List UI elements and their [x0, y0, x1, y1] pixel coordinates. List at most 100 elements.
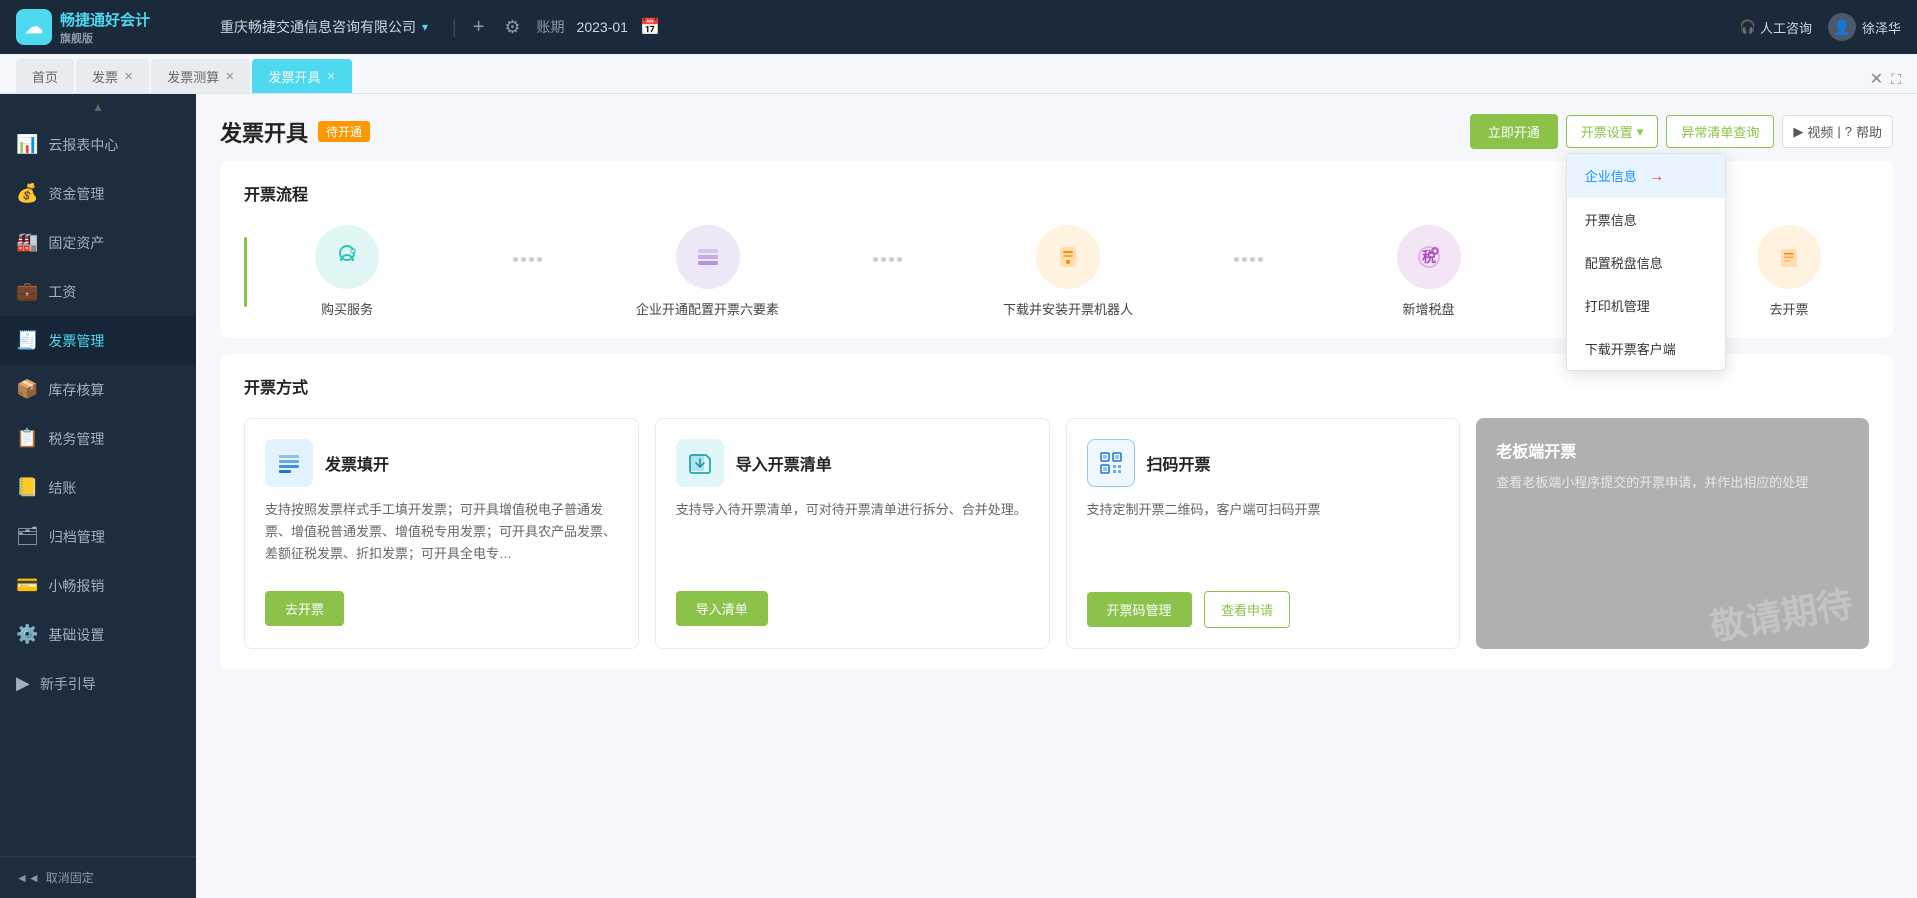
sidebar-item-xinshouyin[interactable]: ▶ 新手引导 — [0, 659, 196, 708]
window-maximize-button[interactable]: ⛶ — [1891, 71, 1901, 88]
sidebar-item-guding-label: 固定资产 — [48, 233, 104, 253]
user-menu[interactable]: 👤 徐泽华 — [1828, 13, 1901, 41]
sidebar-item-gongzi[interactable]: 💼 工资 — [0, 267, 196, 316]
dropdown-item-printer[interactable]: 打印机管理 — [1567, 284, 1725, 327]
sidebar-item-kucun-label: 库存核算 — [48, 380, 104, 400]
tab-bar: 首页 发票 ✕ 发票测算 ✕ 发票开具 ✕ ✕ ⛶ — [0, 54, 1917, 94]
dropdown-item-invoice-info[interactable]: 开票信息 — [1567, 198, 1725, 241]
sidebar-item-shuiwu-label: 税务管理 — [48, 429, 104, 449]
tax-disk-label: 配置税盘信息 — [1585, 256, 1663, 271]
video-button[interactable]: ▶ 视频 | ? 帮助 — [1782, 115, 1893, 148]
methods-section-title: 开票方式 — [244, 374, 1869, 398]
flow-step-4: 税 新增税盘 — [1349, 225, 1509, 318]
tab-invoice-calc-label: 发票测算 — [167, 67, 219, 86]
tab-invoice-label: 发票 — [92, 67, 118, 86]
flow-connector-1 — [427, 257, 628, 262]
page-header: 发票开具 待开通 立即开通 开票设置 ▾ 企业信息 → — [196, 94, 1917, 161]
tab-invoice-calc-close[interactable]: ✕ — [225, 70, 234, 83]
sidebar-item-guidang-label: 归档管理 — [49, 527, 105, 547]
flow-step-1: 购买服务 — [267, 225, 427, 318]
header-add-button[interactable]: + — [469, 12, 489, 43]
cancel-pin-icon: ◄◄ — [16, 871, 40, 885]
period-label: 账期 — [537, 17, 565, 37]
tab-invoice-close[interactable]: ✕ — [124, 70, 133, 83]
methods-block: 开票方式 — [220, 354, 1893, 669]
sidebar-item-jiezhang-label: 结账 — [48, 478, 76, 498]
tab-invoice-calc[interactable]: 发票测算 ✕ — [151, 59, 250, 93]
method-import-desc: 支持导入待开票清单，可对待开票清单进行拆分、合并处理。 — [676, 499, 1029, 579]
dropdown-item-tax-disk[interactable]: 配置税盘信息 — [1567, 241, 1725, 284]
alert-list-button[interactable]: 异常清单查询 — [1666, 115, 1774, 148]
flow-step-5: 去开票 — [1709, 225, 1869, 318]
method-import-header: 导入开票清单 — [676, 439, 1029, 487]
sidebar-item-baoxiao-label: 小畅报销 — [48, 576, 104, 596]
boss-watermark: 敬请期待 — [1706, 575, 1857, 649]
flow-left-border — [244, 237, 247, 307]
method-boss-title: 老板端开票 — [1496, 438, 1849, 462]
kucun-icon: 📦 — [16, 379, 38, 400]
tab-invoice-issue-close[interactable]: ✕ — [327, 70, 336, 83]
sidebar-item-gongzi-label: 工资 — [48, 282, 76, 302]
invoice-info-label: 开票信息 — [1585, 213, 1637, 228]
main-layout: ▲ 📊 云报表中心 💰 资金管理 🏭 固定资产 💼 工资 🧾 发票管理 📦 库存… — [0, 94, 1917, 898]
cancel-pin-button[interactable]: ◄◄ 取消固定 — [0, 856, 196, 898]
tab-invoice-issue[interactable]: 发票开具 ✕ — [252, 59, 351, 93]
sidebar-item-kucun[interactable]: 📦 库存核算 — [0, 365, 196, 414]
method-scan-view-button[interactable]: 查看申请 — [1204, 591, 1290, 628]
sidebar-item-zijin-label: 资金管理 — [48, 184, 104, 204]
settings-button-label: 开票设置 — [1581, 122, 1633, 141]
separator: | — [1837, 124, 1840, 139]
method-card-boss: 老板端开票 查看老板端小程序提交的开票申请，并作出相应的处理 敬请期待 — [1476, 418, 1869, 649]
flow-connector-2 — [788, 257, 989, 262]
sidebar-item-yunbao[interactable]: 📊 云报表中心 — [0, 120, 196, 169]
shuiwu-icon: 📋 — [16, 428, 38, 449]
sidebar-scroll-up[interactable]: ▲ — [0, 94, 196, 120]
method-import-button[interactable]: 导入清单 — [676, 591, 768, 626]
status-badge: 待开通 — [318, 121, 370, 142]
logo-text-block: 畅捷通好会计 旗舰版 — [60, 9, 150, 46]
settings-button[interactable]: 开票设置 ▾ — [1566, 115, 1659, 148]
method-scan-button[interactable]: 开票码管理 — [1087, 592, 1192, 627]
period-value: 2023-01 — [577, 19, 628, 35]
method-fill-button[interactable]: 去开票 — [265, 591, 344, 626]
sidebar-item-fapiao-label: 发票管理 — [48, 331, 104, 351]
sidebar-item-zijin[interactable]: 💰 资金管理 — [0, 169, 196, 218]
settings-dropdown-menu: 企业信息 → 开票信息 配置税盘信息 打印机管理 下 — [1566, 153, 1726, 371]
sidebar-item-jichushezhi-label: 基础设置 — [48, 625, 104, 645]
sidebar-item-guding[interactable]: 🏭 固定资产 — [0, 218, 196, 267]
company-selector[interactable]: 重庆畅捷交通信息咨询有限公司 ▾ — [208, 11, 440, 43]
consult-button[interactable]: 🎧 人工咨询 — [1740, 18, 1812, 37]
sidebar-item-guidang[interactable]: 🗂 归档管理 — [0, 512, 196, 561]
headset-icon: 🎧 — [1740, 19, 1756, 35]
sidebar-item-jichushezhi[interactable]: ⚙️ 基础设置 — [0, 610, 196, 659]
header-settings-icon[interactable]: ⚙ — [500, 13, 524, 42]
sidebar-item-baoxiao[interactable]: 💳 小畅报销 — [0, 561, 196, 610]
tab-home[interactable]: 首页 — [16, 59, 74, 93]
sidebar-item-fapiao[interactable]: 🧾 发票管理 — [0, 316, 196, 365]
method-scan-header: 扫码开票 — [1087, 439, 1440, 487]
flow-step-3-icon — [1036, 225, 1100, 289]
logo-area: ☁ 畅捷通好会计 旗舰版 — [16, 9, 196, 46]
dropdown-item-download-client[interactable]: 下载开票客户端 — [1567, 327, 1725, 370]
flow-step-4-label: 新增税盘 — [1402, 299, 1454, 318]
tab-invoice[interactable]: 发票 ✕ — [76, 59, 149, 93]
flow-step-5-icon — [1757, 225, 1821, 289]
help-label: 帮助 — [1856, 122, 1882, 141]
user-name: 徐泽华 — [1862, 18, 1901, 37]
sidebar-item-jiezhang[interactable]: 📒 结账 — [0, 463, 196, 512]
cancel-pin-label: 取消固定 — [46, 869, 94, 886]
settings-dropdown-container: 开票设置 ▾ 企业信息 → 开票信息 配置税盘信息 — [1566, 115, 1659, 148]
activate-button[interactable]: 立即开通 — [1470, 114, 1558, 149]
window-close-button[interactable]: ✕ — [1870, 69, 1883, 89]
method-card-fill: 发票填开 支持按照发票样式手工填开发票；可开具增值税电子普通发票、增值税普通发票… — [244, 418, 639, 649]
flow-step-1-icon — [315, 225, 379, 289]
flow-connector-3 — [1148, 257, 1349, 262]
method-scan-icon — [1087, 439, 1135, 487]
dropdown-item-company-info[interactable]: 企业信息 → — [1567, 154, 1725, 198]
method-fill-desc: 支持按照发票样式手工填开发票；可开具增值税电子普通发票、增值税普通发票、增值税专… — [265, 499, 618, 579]
calendar-icon[interactable]: 📅 — [640, 17, 660, 37]
method-scan-desc: 支持定制开票二维码，客户端可扫码开票 — [1087, 499, 1440, 579]
sidebar-item-shuiwu[interactable]: 📋 税务管理 — [0, 414, 196, 463]
help-icon: ? — [1845, 124, 1852, 139]
company-name: 重庆畅捷交通信息咨询有限公司 — [220, 17, 416, 37]
